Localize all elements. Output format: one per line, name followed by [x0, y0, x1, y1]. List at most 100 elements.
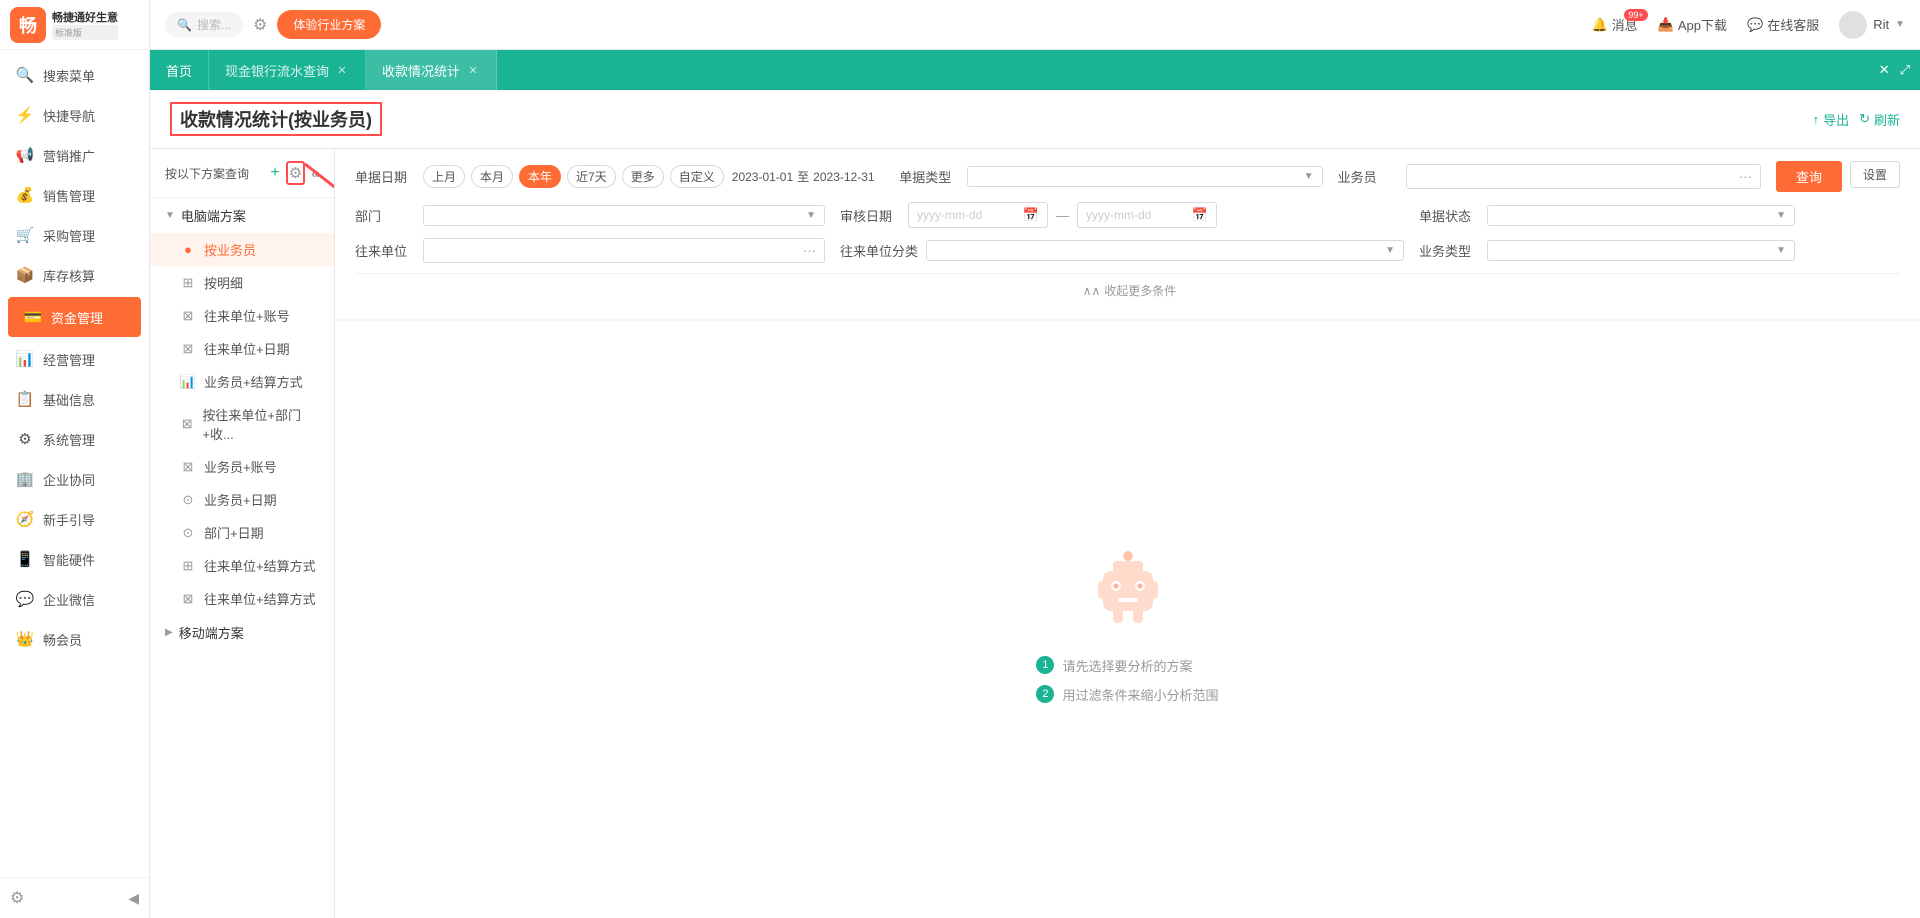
purchase-icon: 🛒: [15, 225, 35, 245]
trial-button[interactable]: 体验行业方案: [277, 10, 381, 39]
date-btn-more[interactable]: 更多: [622, 165, 664, 188]
scheme-settings-icon[interactable]: ⚙: [286, 161, 305, 185]
scheme-item-salesperson-account[interactable]: ⊠ 业务员+账号: [150, 450, 334, 483]
enterprise-icon: 🏢: [15, 469, 35, 489]
scheme-item-partner-account[interactable]: ⊠ 往来单位+账号: [150, 299, 334, 332]
tab-expand-icon[interactable]: ⤢: [1900, 62, 1910, 78]
filter-business-type-item: 业务类型 ▼: [1419, 240, 1795, 261]
query-button[interactable]: 查询: [1776, 161, 1842, 192]
scheme-item-partner-settle1[interactable]: ⊞ 往来单位+结算方式: [150, 549, 334, 582]
empty-robot-icon: [1078, 536, 1178, 636]
tab-collection-stats-label: 收款情况统计: [382, 61, 460, 80]
scheme-item-by-salesperson[interactable]: ● 按业务员: [150, 233, 334, 266]
date-btn-7days[interactable]: 近7天: [567, 165, 616, 188]
filter-business-type-label: 业务类型: [1419, 241, 1479, 260]
sidebar-item-purchase[interactable]: 🛒 采购管理: [0, 215, 149, 255]
sidebar-item-sales[interactable]: 💰 销售管理: [0, 175, 149, 215]
sidebar-item-business-label: 经营管理: [43, 350, 95, 369]
scheme-item-partner-dept-collect[interactable]: ⊠ 按往来单位+部门+收...: [150, 398, 334, 450]
sidebar-item-enterprise[interactable]: 🏢 企业协同: [0, 459, 149, 499]
scheme-item-partner-date[interactable]: ⊠ 往来单位+日期: [150, 332, 334, 365]
tab-bank-flow-close[interactable]: ✕: [335, 63, 349, 77]
export-label: 导出: [1823, 110, 1849, 129]
search-placeholder: 搜索...: [197, 16, 231, 33]
audit-from-placeholder: yyyy-mm-dd: [917, 208, 982, 222]
sidebar-item-quick-nav[interactable]: ⚡ 快捷导航: [0, 95, 149, 135]
app-download[interactable]: 📥 App下载: [1658, 15, 1727, 34]
export-button[interactable]: ↑ 导出: [1813, 110, 1850, 129]
gear-icon[interactable]: ⚙: [253, 15, 267, 35]
add-scheme-button[interactable]: +: [270, 164, 279, 182]
filter-partner-category-label: 往来单位分类: [840, 241, 918, 260]
sidebar-settings-icon[interactable]: ⚙: [10, 888, 24, 908]
empty-tip-2-text: 用过滤条件来缩小分析范围: [1062, 685, 1218, 704]
wechat-icon: 💬: [15, 589, 35, 609]
sidebar-item-inventory[interactable]: 📦 库存核算: [0, 255, 149, 295]
date-btn-last-month[interactable]: 上月: [423, 165, 465, 188]
partner-category-dropdown-arrow: ▼: [1385, 245, 1395, 256]
scheme-collapse-button[interactable]: «: [311, 165, 319, 181]
tab-close-window-icon[interactable]: ✕: [1879, 62, 1890, 78]
user-area[interactable]: Rit ▼: [1839, 11, 1905, 39]
refresh-button[interactable]: ↻ 刷新: [1859, 110, 1900, 129]
user-name: Rit: [1873, 17, 1889, 32]
sidebar-collapse-icon[interactable]: ◀: [128, 890, 139, 907]
business-icon: 📊: [15, 349, 35, 369]
filter-date-group: 上月 本月 本年 近7天 更多 自定义: [423, 165, 724, 188]
refresh-icon: ↻: [1859, 111, 1870, 127]
audit-from-calendar-icon[interactable]: 📅: [1023, 207, 1039, 223]
scheme-item-dept-date[interactable]: ⊙ 部门+日期: [150, 516, 334, 549]
tab-collection-stats-close[interactable]: ✕: [466, 63, 480, 77]
sidebar-item-guide[interactable]: 🧭 新手引导: [0, 499, 149, 539]
detail-scheme-icon: ⊞: [180, 275, 196, 291]
partner-settle2-icon: ⊠: [180, 591, 196, 607]
tab-home-label: 首页: [166, 61, 192, 80]
filter-salesperson-select[interactable]: ···: [1406, 164, 1761, 189]
sidebar-item-system[interactable]: ⚙ 系统管理: [0, 419, 149, 459]
filter-dept-label: 部门: [355, 206, 415, 225]
sidebar-item-wechat[interactable]: 💬 企业微信: [0, 579, 149, 619]
basic-icon: 📋: [15, 389, 35, 409]
dept-dropdown-arrow: ▼: [806, 210, 816, 221]
scheme-group-desktop-title[interactable]: ▼ 电脑端方案: [150, 198, 334, 233]
sidebar-item-business[interactable]: 📊 经营管理: [0, 339, 149, 379]
audit-to-calendar-icon[interactable]: 📅: [1192, 207, 1208, 223]
scheme-item-partner-settle2[interactable]: ⊠ 往来单位+结算方式: [150, 582, 334, 615]
tab-home[interactable]: 首页: [150, 50, 209, 90]
scheme-item-by-detail[interactable]: ⊞ 按明细: [150, 266, 334, 299]
filter-dept-select[interactable]: ▼: [423, 205, 825, 226]
date-btn-this-year[interactable]: 本年: [519, 165, 561, 188]
sidebar-item-member[interactable]: 👑 畅会员: [0, 619, 149, 659]
salesperson-settle-icon: 📊: [180, 374, 196, 390]
date-from-value: 2023-01-01: [732, 170, 793, 184]
sidebar-item-finance[interactable]: 💳 资金管理: [8, 297, 141, 337]
filter-settings-button[interactable]: 设置: [1850, 161, 1900, 188]
scheme-item-salesperson-date[interactable]: ⊙ 业务员+日期: [150, 483, 334, 516]
sidebar-item-hardware[interactable]: 📱 智能硬件: [0, 539, 149, 579]
filter-partner-select[interactable]: ···: [423, 238, 825, 263]
topbar-search[interactable]: 🔍 搜索...: [165, 12, 243, 37]
online-service[interactable]: 💬 在线客服: [1747, 15, 1819, 34]
scheme-panel-header-actions: + ⚙ «: [270, 161, 319, 185]
sidebar-item-marketing[interactable]: 📢 营销推广: [0, 135, 149, 175]
filter-partner-category-select[interactable]: ▼: [926, 240, 1404, 261]
scheme-item-salesperson-settle[interactable]: 📊 业务员+结算方式: [150, 365, 334, 398]
sidebar-item-search-menu[interactable]: 🔍 搜索菜单: [0, 55, 149, 95]
filter-audit-from[interactable]: yyyy-mm-dd 📅: [908, 202, 1048, 228]
date-btn-this-month[interactable]: 本月: [471, 165, 513, 188]
sidebar-item-basic[interactable]: 📋 基础信息: [0, 379, 149, 419]
message-badge[interactable]: 🔔 消息 99+: [1591, 15, 1637, 34]
filter-docstatus-select[interactable]: ▼: [1487, 205, 1795, 226]
filter-dept-item: 部门 ▼: [355, 205, 825, 226]
tab-collection-stats[interactable]: 收款情况统计 ✕: [366, 50, 497, 90]
filter-doctype-select[interactable]: ▼: [967, 166, 1322, 187]
filter-doctype-item: 单据类型 ▼: [899, 166, 1322, 187]
scheme-group-mobile-title[interactable]: ▶ 移动端方案: [150, 615, 334, 650]
filter-audit-to[interactable]: yyyy-mm-dd 📅: [1077, 202, 1217, 228]
search-icon: 🔍: [177, 18, 192, 32]
date-btn-custom[interactable]: 自定义: [670, 165, 724, 188]
filter-business-type-select[interactable]: ▼: [1487, 240, 1795, 261]
tab-bank-flow[interactable]: 现金银行流水查询 ✕: [209, 50, 366, 90]
collapse-more-conditions[interactable]: ∧∧ 收起更多条件: [355, 273, 1900, 307]
filter-salesperson-item: 业务员 ···: [1338, 164, 1761, 189]
